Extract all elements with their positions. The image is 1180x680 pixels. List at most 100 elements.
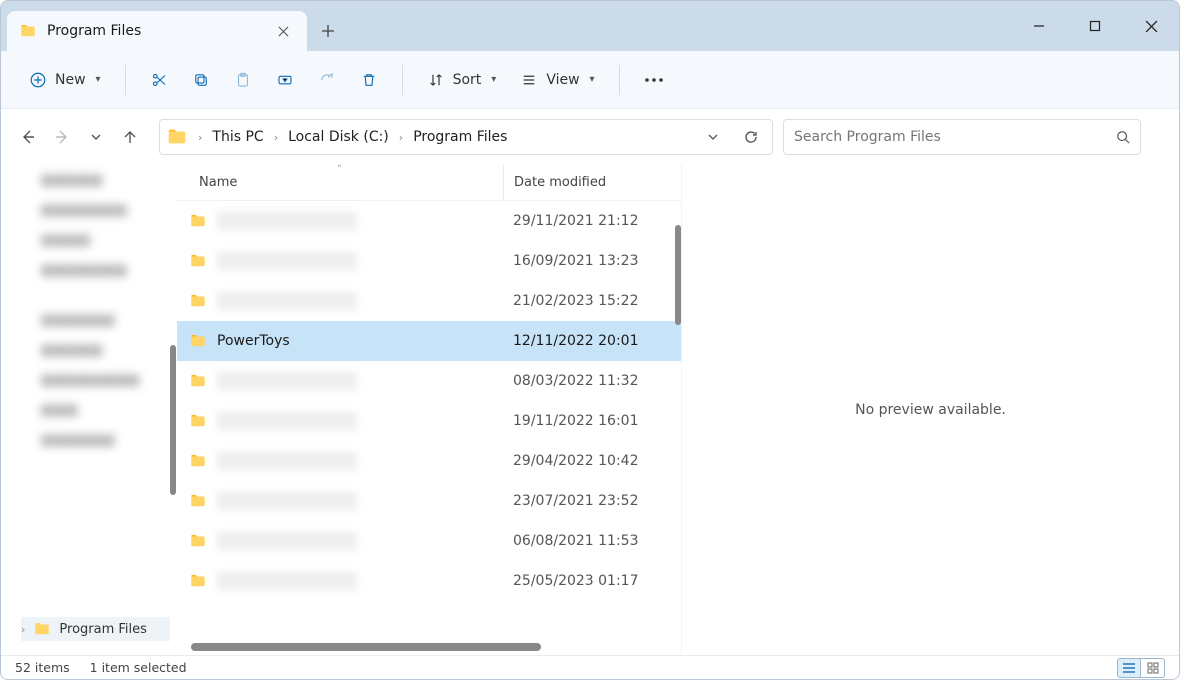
file-name-cell: [177, 412, 503, 430]
file-date-cell: 06/08/2021 11:53: [503, 533, 681, 549]
explorer-window: Program Files New ▾ Sort: [0, 0, 1180, 680]
plus-icon: [321, 24, 335, 38]
maximize-button[interactable]: [1067, 1, 1123, 51]
cut-button[interactable]: [140, 62, 178, 98]
file-name: PowerToys: [217, 333, 290, 349]
horizontal-scrollbar[interactable]: [191, 643, 541, 651]
arrow-right-icon: [54, 129, 70, 145]
search-input[interactable]: [794, 129, 1116, 145]
search-box[interactable]: [783, 119, 1141, 155]
chevron-right-icon[interactable]: ›: [272, 131, 280, 144]
breadcrumb-local-disk[interactable]: Local Disk (C:): [284, 120, 393, 154]
folder-icon: [19, 22, 37, 40]
folder-icon: [189, 532, 207, 550]
column-header-name[interactable]: Name: [177, 175, 503, 190]
status-bar: 52 items 1 item selected: [1, 655, 1179, 679]
view-button[interactable]: View ▾: [510, 62, 604, 98]
new-button[interactable]: New ▾: [19, 62, 111, 98]
grid-view-icon: [1147, 662, 1159, 674]
tab-program-files[interactable]: Program Files: [7, 11, 307, 51]
paste-button[interactable]: [224, 62, 262, 98]
details-view-button[interactable]: [1117, 658, 1141, 678]
file-row[interactable]: 08/03/2022 11:32: [177, 361, 681, 401]
file-name-blurred: [217, 372, 357, 390]
list-view-icon: [1122, 662, 1136, 674]
file-name-cell: [177, 532, 503, 550]
breadcrumb-this-pc[interactable]: This PC: [208, 120, 267, 154]
refresh-icon: [743, 129, 759, 145]
preview-empty-text: No preview available.: [855, 402, 1006, 418]
file-name-cell: [177, 492, 503, 510]
chevron-down-icon: [707, 131, 719, 143]
forward-button[interactable]: [47, 120, 77, 154]
chevron-down-icon: ▾: [96, 74, 101, 85]
new-tab-button[interactable]: [307, 11, 349, 51]
sidebar-item-program-files[interactable]: › Program Files: [21, 617, 170, 641]
clipboard-icon: [234, 71, 252, 89]
file-rows: 29/11/2021 21:12 16/09/2021 13:23 21/02/20…: [177, 201, 681, 639]
search-icon[interactable]: [1116, 130, 1130, 144]
share-button[interactable]: [308, 62, 346, 98]
file-row[interactable]: 19/11/2022 16:01: [177, 401, 681, 441]
vertical-scrollbar[interactable]: [675, 225, 681, 325]
tab-close-button[interactable]: [271, 19, 295, 43]
address-row: › This PC › Local Disk (C:) › Program Fi…: [1, 109, 1179, 165]
chevron-right-icon[interactable]: ›: [196, 131, 204, 144]
ellipsis-icon: [644, 77, 664, 83]
chevron-right-icon[interactable]: ›: [397, 131, 405, 144]
preview-pane: No preview available.: [681, 165, 1179, 655]
sidebar-item-label: Program Files: [59, 622, 147, 637]
breadcrumb-label: This PC: [212, 129, 263, 145]
file-name-cell: [177, 372, 503, 390]
toolbar-separator: [402, 65, 403, 95]
folder-icon: [189, 332, 207, 350]
breadcrumb-program-files[interactable]: Program Files: [409, 120, 511, 154]
file-row[interactable]: 25/05/2023 01:17: [177, 561, 681, 601]
sidebar-scrollbar[interactable]: [170, 345, 176, 495]
copy-button[interactable]: [182, 62, 220, 98]
file-list: ˄ Name Date modified 29/11/2021 21:12 16/…: [177, 165, 681, 655]
item-count: 52 items: [15, 660, 70, 675]
file-row[interactable]: 06/08/2021 11:53: [177, 521, 681, 561]
up-button[interactable]: [115, 120, 145, 154]
file-date-cell: 21/02/2023 15:22: [503, 293, 681, 309]
rename-button[interactable]: [266, 62, 304, 98]
view-switcher: [1117, 658, 1165, 678]
file-name-cell: [177, 212, 503, 230]
file-row[interactable]: 23/07/2021 23:52: [177, 481, 681, 521]
close-window-button[interactable]: [1123, 1, 1179, 51]
thumbnails-view-button[interactable]: [1141, 658, 1165, 678]
sort-indicator-icon: ˄: [337, 165, 342, 175]
file-date-cell: 29/04/2022 10:42: [503, 453, 681, 469]
address-dropdown-button[interactable]: [698, 122, 728, 152]
navigation-sidebar[interactable]: ■■■■■ ■■■■■■■ ■■■■ ■■■■■■■ ■■■■■■ ■■■■■ …: [1, 165, 177, 655]
close-icon: [1145, 20, 1158, 33]
file-date-cell: 12/11/2022 20:01: [503, 333, 681, 349]
sort-button[interactable]: Sort ▾: [417, 62, 507, 98]
delete-button[interactable]: [350, 62, 388, 98]
address-bar[interactable]: › This PC › Local Disk (C:) › Program Fi…: [159, 119, 773, 155]
back-button[interactable]: [13, 120, 43, 154]
chevron-down-icon: ▾: [491, 74, 496, 85]
file-name-cell: [177, 252, 503, 270]
tab-title: Program Files: [47, 23, 141, 39]
file-date-cell: 16/09/2021 13:23: [503, 253, 681, 269]
view-list-icon: [520, 71, 538, 89]
file-row[interactable]: 16/09/2021 13:23: [177, 241, 681, 281]
column-header-date[interactable]: Date modified: [503, 165, 681, 200]
file-row[interactable]: PowerToys 12/11/2022 20:01: [177, 321, 681, 361]
trash-icon: [360, 71, 378, 89]
view-label: View: [546, 72, 579, 88]
file-row[interactable]: 29/11/2021 21:12: [177, 201, 681, 241]
breadcrumb-label: Local Disk (C:): [288, 129, 389, 145]
chevron-down-icon: ▾: [590, 74, 595, 85]
sidebar-blurred-content: ■■■■■ ■■■■■■■ ■■■■ ■■■■■■■ ■■■■■■ ■■■■■ …: [1, 165, 176, 655]
scissors-icon: [150, 71, 168, 89]
refresh-button[interactable]: [736, 122, 766, 152]
more-button[interactable]: [634, 62, 674, 98]
recent-locations-button[interactable]: [81, 120, 111, 154]
navigation-arrows: [13, 120, 145, 154]
file-row[interactable]: 29/04/2022 10:42: [177, 441, 681, 481]
minimize-button[interactable]: [1011, 1, 1067, 51]
file-row[interactable]: 21/02/2023 15:22: [177, 281, 681, 321]
